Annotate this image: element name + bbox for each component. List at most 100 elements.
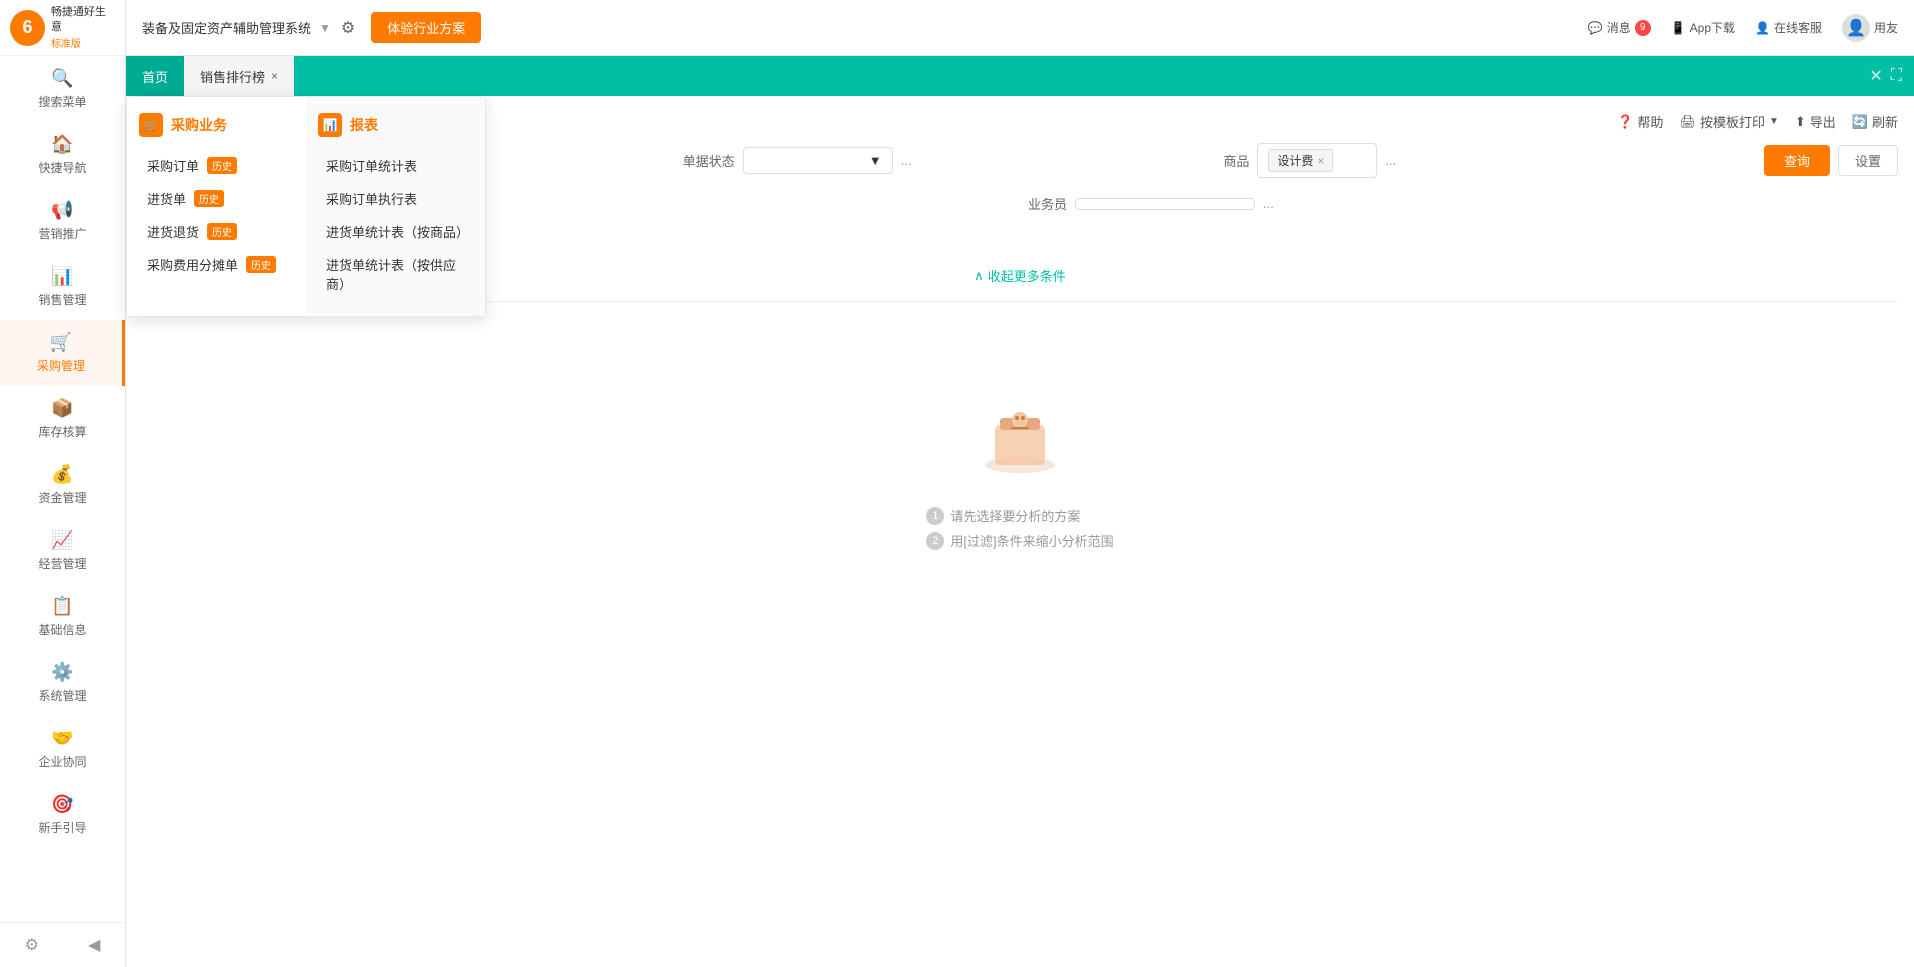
- tab-sales-rank-label: 销售排行榜: [200, 67, 265, 86]
- sidebar-label-guide: 新手引导: [38, 819, 86, 836]
- operation-icon: 📈: [51, 530, 73, 551]
- refresh-label: 刷新: [1872, 112, 1898, 131]
- user-item[interactable]: 👤 用友: [1842, 14, 1898, 42]
- industry-btn[interactable]: 体验行业方案: [371, 12, 481, 43]
- message-item[interactable]: 💬 消息 9: [1588, 19, 1651, 36]
- sidebar-label-operation: 经营管理: [38, 555, 86, 572]
- export-btn[interactable]: ⬆ 导出: [1795, 112, 1836, 131]
- incoming-label: 进货单: [147, 189, 186, 208]
- sidebar-item-inventory[interactable]: 📦 库存核算: [0, 386, 125, 452]
- settings-footer-icon[interactable]: ⚙: [25, 935, 39, 955]
- menu-item-purchase-order[interactable]: 采购订单 历史: [139, 149, 294, 182]
- order-status-select[interactable]: ▼: [743, 147, 893, 174]
- phone-icon: 📱: [1671, 21, 1686, 35]
- menu-item-order-stat[interactable]: 采购订单统计表: [318, 149, 473, 182]
- query-button[interactable]: 查询: [1764, 145, 1830, 176]
- goods-tag-close[interactable]: ×: [1317, 154, 1324, 168]
- order-stat-label: 采购订单统计表: [326, 156, 417, 175]
- salesman-dots[interactable]: ...: [1263, 196, 1274, 211]
- goods-group: 商品 设计费 × ...: [1223, 143, 1748, 178]
- marketing-icon: 📢: [51, 200, 73, 221]
- sidebar-item-search[interactable]: 🔍 搜索菜单: [0, 56, 125, 122]
- sidebar-label-system: 系统管理: [38, 687, 86, 704]
- sidebar-item-basic[interactable]: 📋 基础信息: [0, 584, 125, 650]
- order-status-dots[interactable]: ...: [901, 153, 912, 168]
- tab-close-icon[interactable]: ×: [271, 69, 278, 83]
- empty-tips: 1 请先选择要分析的方案 2 用[过滤]条件来缩小分析范围: [926, 506, 1113, 556]
- menu-item-incoming-stat-supplier[interactable]: 进货单统计表（按供应商）: [318, 248, 473, 300]
- empty-state: 1 请先选择要分析的方案 2 用[过滤]条件来缩小分析范围: [142, 310, 1898, 636]
- collapse-label: 收起更多条件: [988, 266, 1066, 285]
- sidebar-item-enterprise[interactable]: 🤝 企业协同: [0, 716, 125, 782]
- menu-item-expense[interactable]: 采购费用分摊单 历史: [139, 248, 294, 281]
- hist-badge-3: 历史: [207, 223, 237, 240]
- order-status-group: 单据状态 ▼ ...: [683, 147, 1208, 174]
- online-service-item[interactable]: 👤 在线客服: [1755, 19, 1822, 36]
- service-icon: 👤: [1755, 21, 1770, 35]
- sidebar-item-marketing[interactable]: 📢 营销推广: [0, 188, 125, 254]
- online-service-label: 在线客服: [1774, 19, 1822, 36]
- system-icon: ⚙️: [51, 662, 73, 683]
- logo: 6 畅捷通好生意 标准版: [0, 0, 125, 56]
- report-menu-header: 📊 报表: [318, 113, 473, 137]
- app-download-item[interactable]: 📱 App下载: [1671, 19, 1735, 36]
- refresh-icon: 🔄: [1852, 114, 1868, 130]
- sidebar-item-system[interactable]: ⚙️ 系统管理: [0, 650, 125, 716]
- refresh-btn[interactable]: 🔄 刷新: [1852, 112, 1898, 131]
- print-icon: 🖨: [1679, 114, 1696, 130]
- sidebar-label-sales: 销售管理: [38, 291, 86, 308]
- goods-label: 商品: [1223, 151, 1249, 170]
- logo-icon: 6: [10, 10, 45, 46]
- sidebar-label-finance: 资金管理: [38, 489, 86, 506]
- goods-dots[interactable]: ...: [1385, 153, 1396, 168]
- sidebar-item-quick[interactable]: 🏠 快捷导航: [0, 122, 125, 188]
- help-icon: ❓: [1617, 114, 1633, 130]
- message-icon: 💬: [1588, 21, 1603, 35]
- sidebar-item-operation[interactable]: 📈 经营管理: [0, 518, 125, 584]
- message-label: 消息: [1607, 19, 1631, 36]
- empty-illustration: [970, 390, 1070, 490]
- sidebar-item-finance[interactable]: 💰 资金管理: [0, 452, 125, 518]
- incoming-stat-goods-label: 进货单统计表（按商品）: [326, 222, 465, 241]
- home-icon: 🏠: [51, 134, 73, 155]
- tab-maximize-icon[interactable]: ⛶: [1891, 67, 1902, 85]
- print-btn[interactable]: 🖨 按模板打印 ▼: [1679, 112, 1778, 131]
- sidebar-label-inventory: 库存核算: [38, 423, 86, 440]
- tab-window-close-icon[interactable]: ✕: [1869, 66, 1882, 86]
- salesman-group: 业务员 ...: [1028, 194, 1898, 213]
- report-menu-col: 📊 报表 采购订单统计表 采购订单执行表 进货单统计表（按商品） 进货单统计表（…: [306, 97, 485, 316]
- salesman-input[interactable]: [1075, 198, 1255, 210]
- menu-item-incoming-stat-goods[interactable]: 进货单统计表（按商品）: [318, 215, 473, 248]
- help-btn[interactable]: ❓ 帮助: [1617, 112, 1663, 131]
- salesman-label: 业务员: [1028, 194, 1067, 213]
- sidebar: 6 畅捷通好生意 标准版 🔍 搜索菜单 🏠 快捷导航 📢 营销推广 📊 销售管理…: [0, 0, 126, 967]
- sidebar-item-sales[interactable]: 📊 销售管理: [0, 254, 125, 320]
- sales-icon: 📊: [51, 266, 73, 287]
- sidebar-item-guide[interactable]: 🎯 新手引导: [0, 782, 125, 848]
- search-icon: 🔍: [51, 68, 73, 89]
- report-header-label: 报表: [350, 115, 378, 135]
- tabbar: 首页 销售排行榜 × ✕ ⛶: [126, 56, 1914, 96]
- collapse-sidebar-icon[interactable]: ◀: [88, 935, 100, 955]
- tab-sales-rank[interactable]: 销售排行榜 ×: [184, 56, 294, 96]
- print-arrow-icon: ▼: [1769, 116, 1779, 127]
- goods-input[interactable]: 设计费 ×: [1257, 143, 1377, 178]
- topbar-right: 💬 消息 9 📱 App下载 👤 在线客服 👤 用友: [1588, 14, 1898, 42]
- gear-icon[interactable]: ⚙: [341, 18, 355, 38]
- menu-item-order-exec[interactable]: 采购订单执行表: [318, 182, 473, 215]
- tab-right-controls: ✕ ⛶: [1869, 66, 1914, 86]
- sidebar-footer: ⚙ ◀: [0, 922, 125, 967]
- message-badge: 9: [1635, 20, 1651, 36]
- hist-badge-1: 历史: [207, 157, 237, 174]
- setting-button[interactable]: 设置: [1838, 145, 1898, 176]
- sidebar-item-purchase[interactable]: 🛒 采购管理: [0, 320, 125, 386]
- collapse-arrow-icon: ∧: [974, 268, 984, 284]
- dropdown-arrow-icon[interactable]: ▼: [319, 21, 331, 35]
- goods-tag: 设计费 ×: [1268, 149, 1333, 172]
- tab-home[interactable]: 首页: [126, 56, 184, 96]
- tab-home-label: 首页: [142, 67, 168, 86]
- menu-item-incoming[interactable]: 进货单 历史: [139, 182, 294, 215]
- app-name: 畅捷通好生意: [51, 5, 115, 36]
- guide-icon: 🎯: [51, 794, 73, 815]
- menu-item-return[interactable]: 进货退货 历史: [139, 215, 294, 248]
